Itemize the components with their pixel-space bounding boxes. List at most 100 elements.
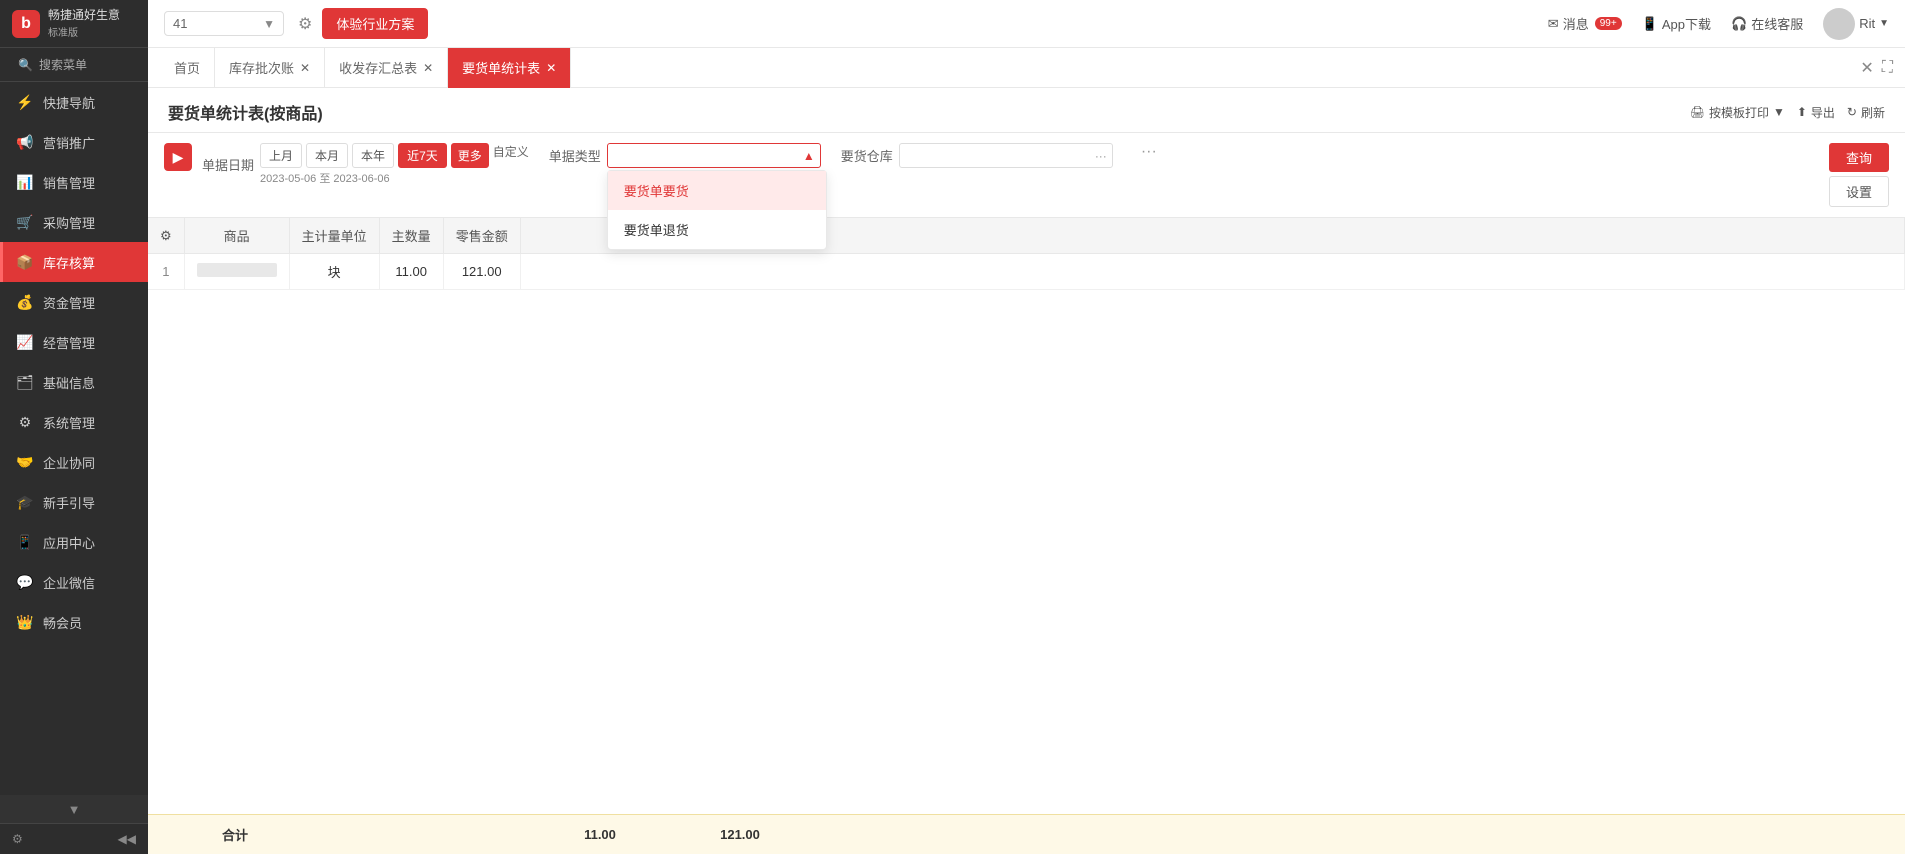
marketing-icon: 📢 [15,132,35,152]
nav-label: 营销推广 [43,133,95,152]
online-service-label: 在线客服 [1751,14,1803,33]
sidebar-item-finance[interactable]: 💰 资金管理 [0,282,148,322]
sidebar-item-quick-nav[interactable]: ⚡ 快捷导航 [0,82,148,122]
close-all-icon[interactable]: ✕ [1860,58,1873,78]
page-header: 要货单统计表(按商品) 🖨 按模板打印 ▼ ⬆ 导出 ↻ 刷新 [148,88,1905,133]
tab-order-stats[interactable]: 要货单统计表 ✕ [448,48,571,88]
message-icon: ✉ [1548,16,1559,32]
topbar-left: 41 ▼ ⚙ 体验行业方案 [164,8,428,39]
settings-icon[interactable]: ⚙ [298,14,312,34]
nav-label: 基础信息 [43,373,95,392]
settings-icon[interactable]: ⚙ [12,832,23,846]
col-unit: 主计量单位 [289,218,379,254]
topbar-right: ✉ 消息 99+ 📱 App下载 🎧 在线客服 Rit ▼ [1548,8,1889,40]
tab-label: 库存批次账 [229,58,294,77]
sidebar-item-guide[interactable]: 🎓 新手引导 [0,482,148,522]
scroll-down[interactable]: ▼ [0,795,148,823]
col-settings[interactable]: ⚙ [148,218,184,254]
row-num: 1 [148,254,184,290]
type-input[interactable] [607,143,821,168]
warehouse-input[interactable] [899,143,1113,168]
search-label: 搜索菜单 [39,56,87,73]
tab-label: 首页 [174,58,200,77]
custom-date-button[interactable]: 自定义 [493,143,529,168]
type-chevron-up-icon[interactable]: ▲ [803,149,815,163]
quick-nav-icon: ⚡ [15,92,35,112]
app-download-button[interactable]: 📱 App下载 [1642,14,1711,33]
filter-actions: 查询 设置 [1829,143,1889,207]
fullscreen-icon[interactable]: ⛶ [1882,59,1893,77]
col-product: 商品 [184,218,289,254]
type-filter-label: 单据类型 [549,146,601,165]
this-year-button[interactable]: 本年 [352,143,394,168]
footer-amount: 121.00 [670,827,810,842]
trial-button[interactable]: 体验行业方案 [322,8,428,39]
dropdown-item-order-goods[interactable]: 要货单要货 [608,171,826,210]
warehouse-more-icon[interactable]: ··· [1095,149,1107,163]
tab-close-icon[interactable]: ✕ [546,61,556,75]
filter-settings-button[interactable]: 设置 [1829,176,1889,207]
refresh-button[interactable]: ↻ 刷新 [1847,104,1885,121]
store-id: 41 [173,16,263,31]
sidebar-item-operations[interactable]: 📈 经营管理 [0,322,148,362]
main-area: 41 ▼ ⚙ 体验行业方案 ✉ 消息 99+ 📱 App下载 🎧 在线客服 R [148,0,1905,854]
nav-label: 畅会员 [43,613,82,632]
sidebar-item-wechat[interactable]: 💬 企业微信 [0,562,148,602]
data-table: ⚙ 商品 主计量单位 主数量 零售金额 1 [148,218,1905,290]
tab-home[interactable]: 首页 [160,48,215,88]
tab-inventory-batch[interactable]: 库存批次账 ✕ [215,48,325,88]
phone-icon: 📱 [1642,16,1658,32]
operations-icon: 📈 [15,332,35,352]
footer-qty: 11.00 [530,827,670,842]
tab-close-icon[interactable]: ✕ [300,61,310,75]
query-button[interactable]: 查询 [1829,143,1889,172]
sidebar-item-system[interactable]: ⚙ 系统管理 [0,402,148,442]
last-month-button[interactable]: 上月 [260,143,302,168]
guide-icon: 🎓 [15,492,35,512]
sidebar-footer: ⚙ ◀◀ [0,823,148,854]
settings-gear[interactable]: ⚙ [160,228,172,243]
filter-more-icon[interactable]: ··· [1141,143,1157,161]
finance-icon: 💰 [15,292,35,312]
tab-close-icon[interactable]: ✕ [423,61,433,75]
collapse-icon[interactable]: ◀◀ [118,832,136,846]
purchase-icon: 🛒 [15,212,35,232]
nav-label: 资金管理 [43,293,95,312]
sidebar-item-sales[interactable]: 📊 销售管理 [0,162,148,202]
sidebar-item-inventory[interactable]: 📦 库存核算 [0,242,148,282]
messages-button[interactable]: ✉ 消息 99+ [1548,14,1622,33]
messages-label: 消息 [1563,14,1589,33]
sidebar-item-marketing[interactable]: 📢 营销推广 [0,122,148,162]
page-actions: 🖨 按模板打印 ▼ ⬆ 导出 ↻ 刷新 [1690,104,1885,121]
amount-cell: 121.00 [443,254,520,290]
sidebar-item-member[interactable]: 👑 畅会员 [0,602,148,642]
filter-toggle-button[interactable]: ▶ [164,143,192,171]
nav-label: 应用中心 [43,533,95,552]
user-menu[interactable]: Rit ▼ [1823,8,1889,40]
this-month-button[interactable]: 本月 [306,143,348,168]
online-service-button[interactable]: 🎧 在线客服 [1731,14,1803,33]
export-button[interactable]: ⬆ 导出 [1797,104,1835,121]
warehouse-filter-group: 要货仓库 ··· [841,143,1113,168]
print-button[interactable]: 🖨 按模板打印 ▼ [1690,104,1785,121]
more-button[interactable]: 更多 [451,143,489,168]
chevron-down-icon: ▼ [1879,18,1889,29]
dropdown-item-order-return[interactable]: 要货单退货 [608,210,826,249]
topbar: 41 ▼ ⚙ 体验行业方案 ✉ 消息 99+ 📱 App下载 🎧 在线客服 R [148,0,1905,48]
col-qty: 主数量 [379,218,443,254]
sidebar-item-purchase[interactable]: 🛒 采购管理 [0,202,148,242]
search-icon: 🔍 [18,58,33,72]
last-7-days-button[interactable]: 近7天 [398,143,447,168]
tab-receive-send[interactable]: 收发存汇总表 ✕ [325,48,448,88]
app-download-label: App下载 [1662,14,1711,33]
search-menu[interactable]: 🔍 搜索菜单 [0,48,148,82]
logo-icon: b [12,10,40,38]
store-selector[interactable]: 41 ▼ [164,11,284,36]
sidebar-item-appstore[interactable]: 📱 应用中心 [0,522,148,562]
enterprise-icon: 🤝 [15,452,35,472]
sidebar-item-basic[interactable]: 🗂 基础信息 [0,362,148,402]
date-buttons: 上月 本月 本年 近7天 更多 自定义 [260,143,529,168]
appstore-icon: 📱 [15,532,35,552]
sidebar-item-enterprise[interactable]: 🤝 企业协同 [0,442,148,482]
system-icon: ⚙ [15,412,35,432]
